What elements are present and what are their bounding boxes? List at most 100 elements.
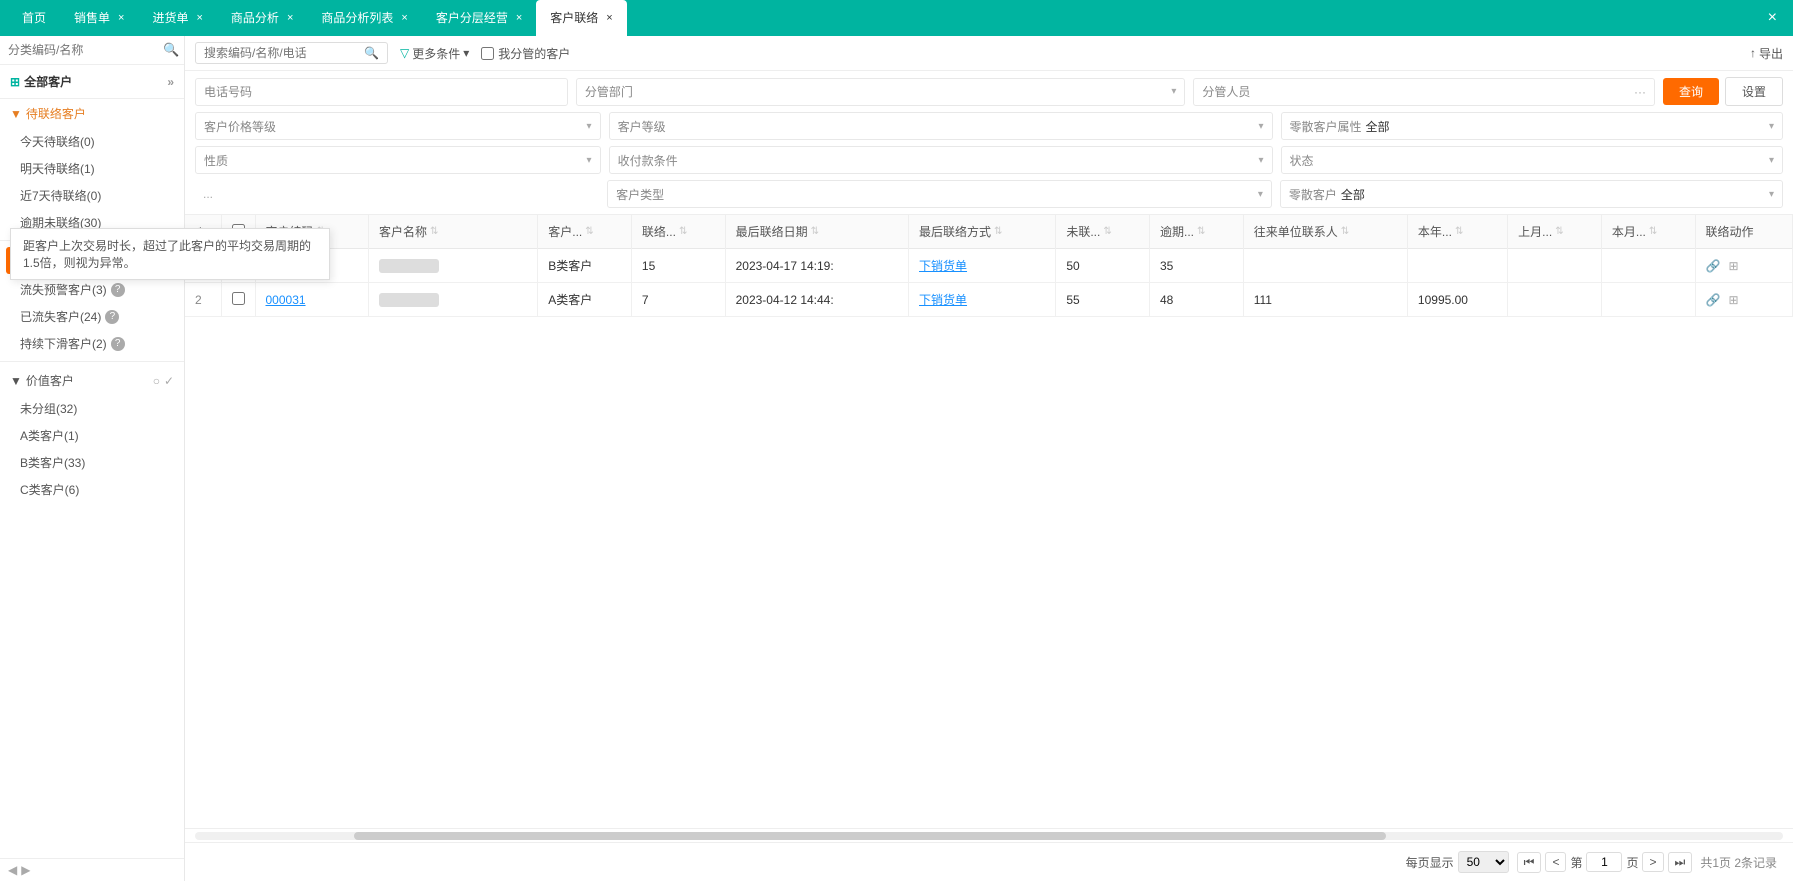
row-level-1: B类客户 bbox=[538, 249, 632, 283]
sidebar-item-today-pending[interactable]: 今天待联络(0) bbox=[0, 128, 184, 155]
close-sales-icon[interactable]: × bbox=[118, 0, 124, 36]
row-last-date-1: 2023-04-17 14:19: bbox=[725, 249, 908, 283]
settings-button[interactable]: 设置 bbox=[1725, 77, 1783, 106]
filter-status[interactable]: 状态 ▾ bbox=[1281, 146, 1783, 174]
close-product-list-icon[interactable]: × bbox=[401, 0, 407, 36]
last-page-button[interactable]: ⏭ bbox=[1668, 852, 1693, 873]
funnel-icon: ▽ bbox=[400, 46, 409, 60]
sort-name-icon[interactable]: ⇅ bbox=[430, 226, 438, 237]
person-dots-icon: ··· bbox=[1634, 85, 1646, 99]
sidebar-scroll-left-icon[interactable]: ◀ bbox=[8, 863, 17, 877]
filter-gender[interactable]: 性质 ▾ bbox=[195, 146, 601, 174]
data-table-area: ⚙ 客户编码 ⇅ 客户名称 bbox=[185, 215, 1793, 828]
row-last-method-2: 下销货单 bbox=[909, 283, 1056, 317]
nav-product-analysis[interactable]: 商品分析 × bbox=[217, 0, 307, 36]
per-page-select[interactable]: 20 50 100 200 bbox=[1458, 851, 1509, 873]
row-no-contact-2: 55 bbox=[1056, 283, 1150, 317]
sort-person-icon[interactable]: ⇅ bbox=[1341, 226, 1349, 237]
my-customers-checkbox[interactable] bbox=[481, 47, 494, 60]
sidebar-item-tomorrow-pending[interactable]: 明天待联络(1) bbox=[0, 155, 184, 182]
sidebar-item-7day-pending[interactable]: 近7天待联络(0) bbox=[0, 182, 184, 209]
filter-retail-attr[interactable]: 零散客户属性 全部 ▾ bbox=[1281, 112, 1783, 140]
filter-person[interactable]: 分管人员 ··· bbox=[1193, 78, 1655, 106]
row-code-2: 000031 bbox=[255, 283, 368, 317]
first-page-button[interactable]: ⏮ bbox=[1517, 852, 1542, 873]
nav-product-list[interactable]: 商品分析列表 × bbox=[307, 0, 421, 36]
info-icon-3: ? bbox=[105, 310, 119, 324]
per-page-selector: 每页显示 20 50 100 200 bbox=[1406, 851, 1509, 873]
more-conditions-button[interactable]: ▽ 更多条件 ▾ bbox=[400, 45, 469, 62]
sidebar-scroll-right-icon[interactable]: ▶ bbox=[21, 863, 30, 877]
filter-payment[interactable]: 收付款条件 ▾ bbox=[609, 146, 1273, 174]
col-overdue: 逾期... ⇅ bbox=[1150, 215, 1244, 249]
sort-current-month-icon[interactable]: ⇅ bbox=[1649, 226, 1657, 237]
nav-home[interactable]: 首页 bbox=[8, 0, 60, 36]
col-action: 联络动作 bbox=[1695, 215, 1792, 249]
sidebar-search-icon: 🔍 bbox=[163, 42, 179, 58]
close-product-analysis-icon[interactable]: × bbox=[287, 0, 293, 36]
sidebar-item-a-class[interactable]: A类客户(1) bbox=[0, 422, 184, 449]
filter-customer-type[interactable]: 客户类型 ▾ bbox=[607, 180, 1272, 208]
row-overdue-2: 48 bbox=[1150, 283, 1244, 317]
action-grid-icon-2[interactable]: ⊞ bbox=[1729, 293, 1739, 307]
filter-dept[interactable]: 分管部门 ▾ bbox=[576, 78, 1185, 106]
col-no-contact: 未联... ⇅ bbox=[1056, 215, 1150, 249]
horizontal-scrollbar[interactable] bbox=[185, 828, 1793, 842]
filter-actions: 查询 设置 bbox=[1663, 77, 1783, 106]
row-current-month-1 bbox=[1601, 249, 1695, 283]
window-close-button[interactable]: × bbox=[1760, 9, 1785, 27]
edit-icon[interactable]: ○ bbox=[153, 374, 160, 388]
query-button[interactable]: 查询 bbox=[1663, 78, 1719, 105]
close-purchase-icon[interactable]: × bbox=[196, 0, 202, 36]
nav-purchase[interactable]: 进货单 × bbox=[138, 0, 216, 36]
sidebar-item-ungroup[interactable]: 未分组(32) bbox=[0, 395, 184, 422]
sidebar-item-b-class[interactable]: B类客户(33) bbox=[0, 449, 184, 476]
sort-no-contact-icon[interactable]: ⇅ bbox=[1103, 226, 1111, 237]
filter-price-level[interactable]: 客户价格等级 ▾ bbox=[195, 112, 601, 140]
col-current-month: 本月... ⇅ bbox=[1601, 215, 1695, 249]
page-number-input[interactable] bbox=[1586, 852, 1622, 872]
row-level-2: A类客户 bbox=[538, 283, 632, 317]
filter-retail[interactable]: 零散客户 全部 ▾ bbox=[1280, 180, 1783, 208]
nav-sales[interactable]: 销售单 × bbox=[60, 0, 138, 36]
row-contact-person-1 bbox=[1243, 249, 1407, 283]
close-customer-contact-icon[interactable]: × bbox=[606, 0, 612, 36]
scrollbar-thumb[interactable] bbox=[354, 832, 1386, 840]
sidebar-item-lost[interactable]: 已流失客户(24) ? bbox=[0, 303, 184, 330]
action-grid-icon-1[interactable]: ⊞ bbox=[1729, 259, 1739, 273]
nav-customer-contact[interactable]: 客户联络 × bbox=[536, 0, 626, 36]
action-link-icon-2[interactable]: 🔗 bbox=[1706, 293, 1721, 307]
prev-page-button[interactable]: < bbox=[1545, 852, 1566, 872]
export-icon: ↑ bbox=[1750, 46, 1756, 60]
collapse-icon[interactable]: » bbox=[167, 75, 174, 89]
nav-customer-tier[interactable]: 客户分层经营 × bbox=[422, 0, 536, 36]
sort-date-icon[interactable]: ⇅ bbox=[811, 226, 819, 237]
filter-customer-level[interactable]: 客户等级 ▾ bbox=[609, 112, 1273, 140]
col-contact-count: 联络... ⇅ bbox=[631, 215, 725, 249]
sort-contact-icon[interactable]: ⇅ bbox=[679, 226, 687, 237]
sort-overdue-icon[interactable]: ⇅ bbox=[1197, 226, 1205, 237]
pending-group-title[interactable]: ▼ 待联络客户 bbox=[0, 99, 184, 128]
filter-row-3: 性质 ▾ 收付款条件 ▾ 状态 ▾ bbox=[195, 146, 1783, 174]
sort-method-icon[interactable]: ⇅ bbox=[994, 226, 1002, 237]
filter-phone[interactable]: 电话号码 bbox=[195, 78, 568, 106]
sidebar-search-input[interactable] bbox=[8, 43, 163, 57]
next-page-button[interactable]: > bbox=[1642, 852, 1663, 872]
sidebar-item-declining[interactable]: 持续下滑客户(2) ? bbox=[0, 330, 184, 357]
sidebar-item-c-class[interactable]: C类客户(6) bbox=[0, 476, 184, 503]
total-records-label: 共1页 2条记录 bbox=[1700, 854, 1777, 871]
all-customers-header[interactable]: ⊞ 全部客户 » bbox=[0, 65, 184, 99]
close-customer-tier-icon[interactable]: × bbox=[516, 0, 522, 36]
action-link-icon-1[interactable]: 🔗 bbox=[1706, 259, 1721, 273]
check-icon[interactable]: ✓ bbox=[164, 374, 174, 388]
export-button[interactable]: ↑ 导出 bbox=[1750, 45, 1783, 62]
row-2-checkbox[interactable] bbox=[232, 292, 245, 305]
dept-arrow-icon: ▾ bbox=[1171, 86, 1176, 97]
sort-last-month-icon[interactable]: ⇅ bbox=[1555, 226, 1563, 237]
sort-level-icon[interactable]: ⇅ bbox=[585, 226, 593, 237]
search-input[interactable] bbox=[204, 46, 364, 60]
sort-year-icon[interactable]: ⇅ bbox=[1455, 226, 1463, 237]
sidebar-item-loss-warning[interactable]: 流失预警客户(3) ? bbox=[0, 276, 184, 303]
row-current-month-2 bbox=[1601, 283, 1695, 317]
filter-row-4: ... 客户类型 ▾ 零散客户 全部 ▾ bbox=[195, 180, 1783, 208]
